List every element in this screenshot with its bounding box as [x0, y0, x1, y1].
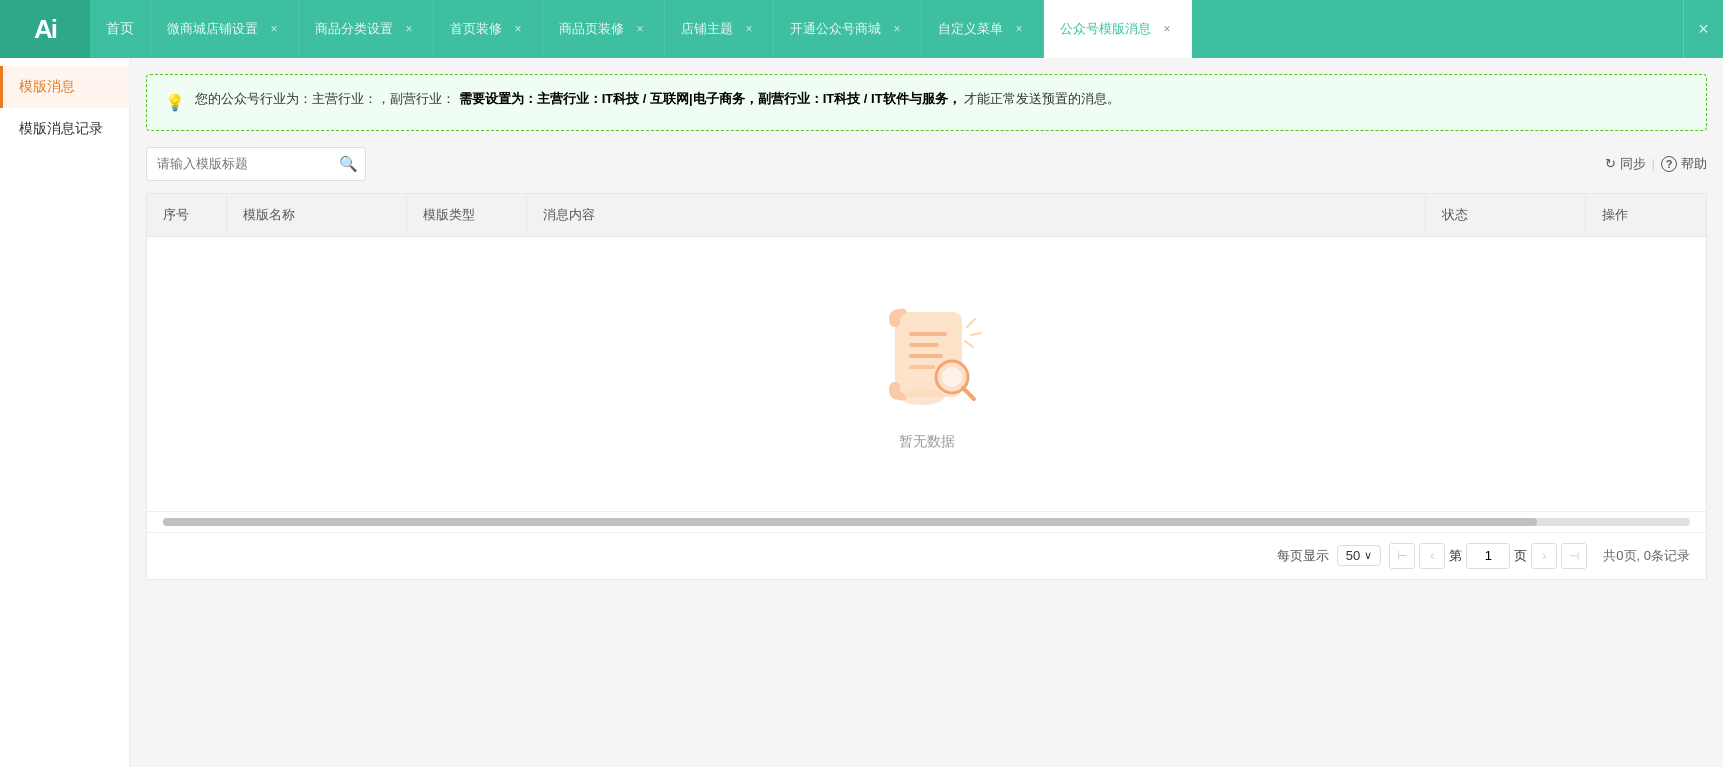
search-input-wrap: 🔍	[146, 147, 366, 181]
prev-page-button[interactable]: ‹	[1419, 543, 1445, 569]
close-tab-icon[interactable]: ×	[632, 21, 648, 37]
search-button[interactable]: 🔍	[339, 155, 358, 173]
info-text-highlight: 需要设置为：主营行业：IT科技 / 互联网|电子商务，副营行业：IT科技 / I…	[459, 91, 961, 106]
scroll-track	[163, 518, 1690, 526]
app-logo: Ai	[0, 0, 90, 58]
nav-tab-category-settings[interactable]: 商品分类设置×	[299, 0, 434, 58]
help-circle-icon: ?	[1661, 156, 1677, 172]
sidebar-item-template-msg-record[interactable]: 模版消息记录	[0, 108, 129, 150]
col-action: 操作	[1586, 194, 1706, 236]
search-bar: 🔍 ↻ 同步 | ? 帮助	[146, 147, 1707, 181]
page-size-label: 每页显示	[1277, 547, 1329, 565]
svg-rect-4	[909, 365, 935, 369]
page-size-value: 50	[1346, 548, 1360, 563]
top-navigation: Ai 首页微商城店铺设置×商品分类设置×首页装修×商品页装修×店铺主题×开通公众…	[0, 0, 1723, 58]
close-all-tabs-button[interactable]: ×	[1683, 0, 1723, 58]
svg-rect-3	[909, 354, 943, 358]
svg-rect-2	[909, 343, 939, 347]
col-type: 模版类型	[407, 194, 527, 236]
data-table: 序号 模版名称 模版类型 消息内容 状态 操作	[146, 193, 1707, 580]
nav-tab-open-mall[interactable]: 开通公众号商城×	[774, 0, 922, 58]
col-status: 状态	[1426, 194, 1586, 236]
page-size-chevron-icon: ∨	[1364, 549, 1372, 562]
empty-illustration	[867, 297, 987, 417]
page-size-select[interactable]: 50 ∨	[1337, 545, 1381, 566]
close-tab-icon[interactable]: ×	[401, 21, 417, 37]
first-page-button[interactable]: ⊢	[1389, 543, 1415, 569]
bulb-icon: 💡	[165, 90, 185, 116]
sidebar-item-template-msg[interactable]: 模版消息	[0, 66, 129, 108]
close-tab-icon[interactable]: ×	[510, 21, 526, 37]
nav-tab-product-decor[interactable]: 商品页装修×	[543, 0, 665, 58]
toolbar-right: ↻ 同步 | ? 帮助	[1605, 155, 1707, 173]
empty-state: 暂无数据	[147, 237, 1706, 511]
svg-line-8	[967, 319, 975, 327]
svg-line-7	[963, 388, 974, 399]
sidebar: 模版消息模版消息记录	[0, 58, 130, 767]
info-text-prefix: 您的公众号行业为：主营行业：，副营行业：	[195, 91, 455, 106]
page-body: 模版消息模版消息记录 💡 您的公众号行业为：主营行业：，副营行业： 需要设置为：…	[0, 58, 1723, 767]
nav-tab-home-decor[interactable]: 首页装修×	[434, 0, 543, 58]
close-tab-icon[interactable]: ×	[266, 21, 282, 37]
sync-icon: ↻	[1605, 156, 1616, 171]
scroll-thumb[interactable]	[163, 518, 1537, 526]
empty-text: 暂无数据	[899, 433, 955, 451]
pagination: 每页显示 50 ∨ ⊢ ‹ 第 页 › ⊣ 共0页, 0条记录	[147, 532, 1706, 579]
table-header: 序号 模版名称 模版类型 消息内容 状态 操作	[147, 194, 1706, 237]
nav-tab-custom-menu[interactable]: 自定义菜单×	[922, 0, 1044, 58]
help-label: 帮助	[1681, 155, 1707, 173]
nav-tab-shop-theme[interactable]: 店铺主题×	[665, 0, 774, 58]
main-content: 💡 您的公众号行业为：主营行业：，副营行业： 需要设置为：主营行业：IT科技 /…	[130, 58, 1723, 767]
horizontal-scrollbar[interactable]	[147, 511, 1706, 532]
close-tab-icon[interactable]: ×	[1159, 21, 1175, 37]
col-name: 模版名称	[227, 194, 407, 236]
next-page-button[interactable]: ›	[1531, 543, 1557, 569]
page-number-input[interactable]	[1466, 543, 1510, 569]
sync-label: 同步	[1620, 155, 1646, 173]
sync-button[interactable]: ↻ 同步	[1605, 155, 1646, 173]
svg-line-9	[971, 333, 981, 335]
nav-tabs-container: 首页微商城店铺设置×商品分类设置×首页装修×商品页装修×店铺主题×开通公众号商城…	[90, 0, 1683, 58]
info-banner-text: 您的公众号行业为：主营行业：，副营行业： 需要设置为：主营行业：IT科技 / 互…	[195, 89, 1120, 110]
last-page-button[interactable]: ⊣	[1561, 543, 1587, 569]
page-label-suffix: 页	[1514, 547, 1527, 565]
close-tab-icon[interactable]: ×	[889, 21, 905, 37]
help-button[interactable]: ? 帮助	[1661, 155, 1707, 173]
total-text: 共0页, 0条记录	[1603, 547, 1690, 565]
search-input[interactable]	[146, 147, 366, 181]
page-label-prefix: 第	[1449, 547, 1462, 565]
nav-tab-home[interactable]: 首页	[90, 0, 151, 58]
close-tab-icon[interactable]: ×	[741, 21, 757, 37]
nav-tab-shop-settings[interactable]: 微商城店铺设置×	[151, 0, 299, 58]
info-banner: 💡 您的公众号行业为：主营行业：，副营行业： 需要设置为：主营行业：IT科技 /…	[146, 74, 1707, 131]
svg-point-6	[942, 367, 962, 387]
svg-rect-1	[909, 332, 947, 336]
close-tab-icon[interactable]: ×	[1011, 21, 1027, 37]
col-content: 消息内容	[527, 194, 1426, 236]
info-text-suffix: 才能正常发送预置的消息。	[964, 91, 1120, 106]
nav-tab-template-msg[interactable]: 公众号模版消息×	[1044, 0, 1192, 58]
svg-line-10	[965, 341, 973, 347]
toolbar-divider: |	[1652, 156, 1655, 171]
col-index: 序号	[147, 194, 227, 236]
pager: ⊢ ‹ 第 页 › ⊣	[1389, 543, 1587, 569]
